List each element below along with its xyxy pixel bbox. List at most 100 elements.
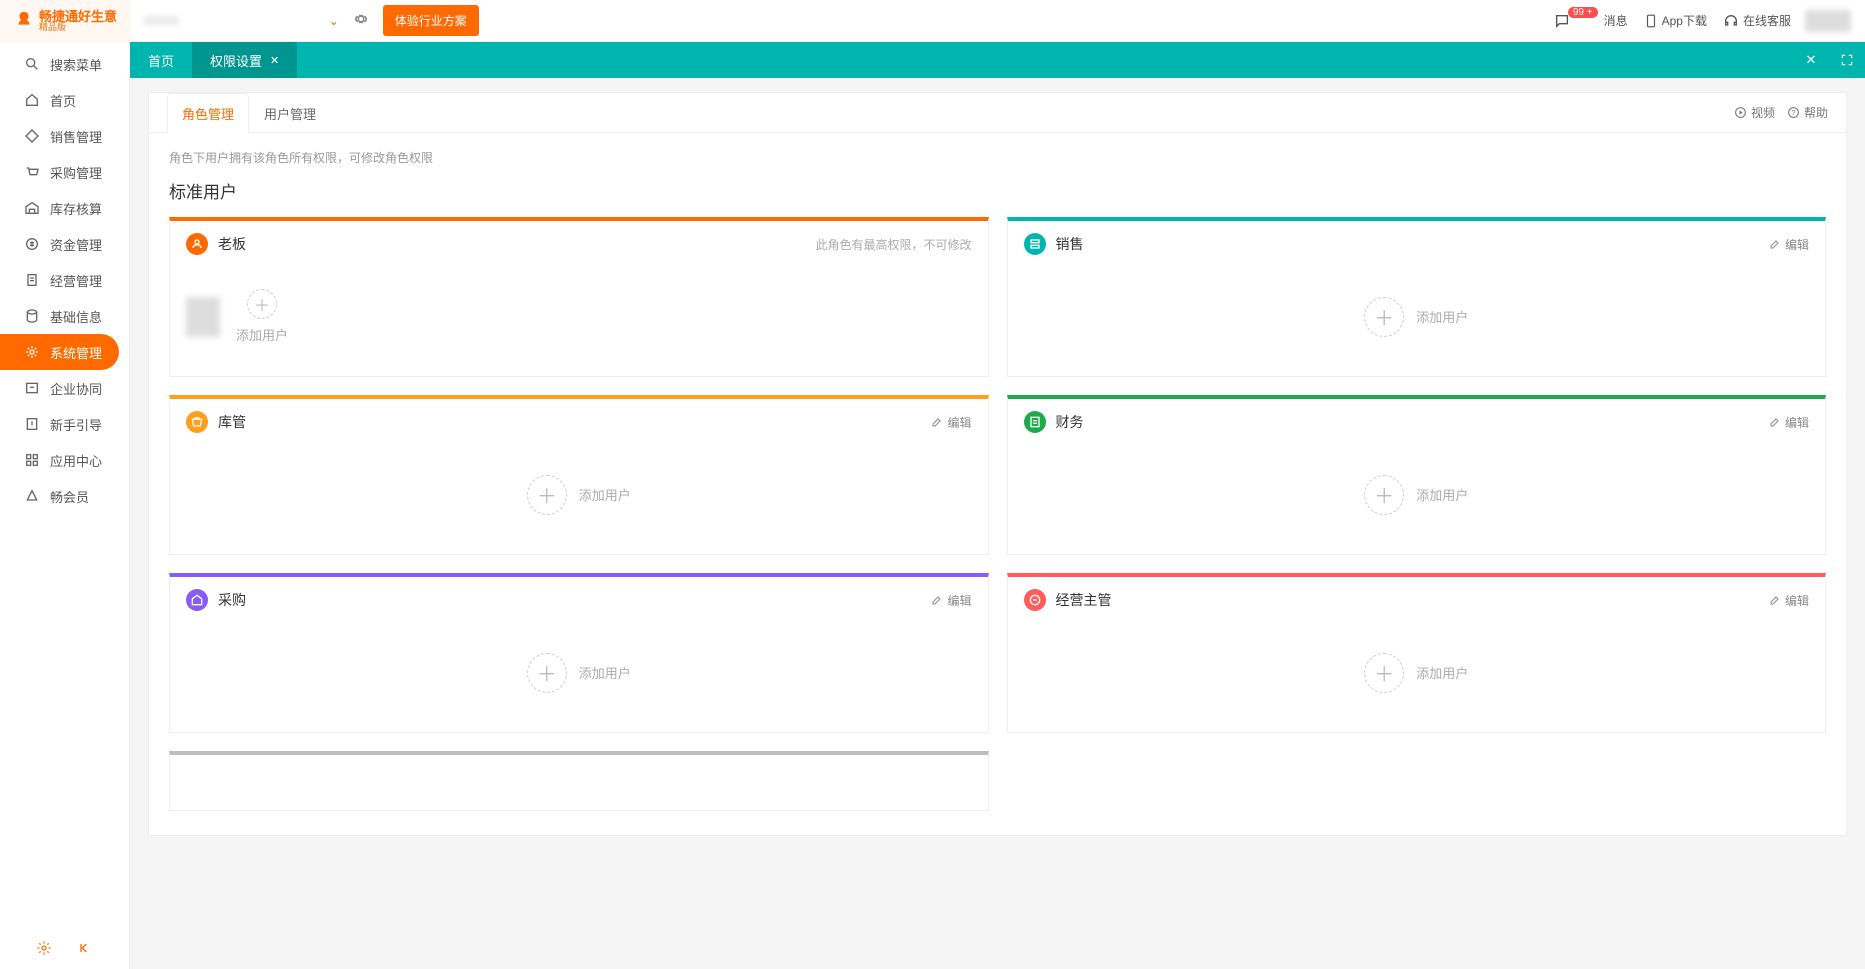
messages-badge: 99 +	[1568, 7, 1598, 18]
hint-text: 角色下用户拥有该角色所有权限，可修改角色权限	[169, 149, 1826, 166]
tab-close-all-icon[interactable]: ✕	[1793, 42, 1829, 78]
headset-icon	[1723, 13, 1739, 29]
sidebar-item-label: 基础信息	[50, 307, 102, 326]
role-name: 老板	[218, 234, 246, 254]
video-link[interactable]: 视频	[1734, 104, 1775, 121]
edit-role-button[interactable]: 编辑	[931, 592, 971, 609]
tab-permission-settings[interactable]: 权限设置 ✕	[192, 42, 297, 78]
settings-icon[interactable]	[353, 11, 369, 30]
edit-role-button[interactable]: 编辑	[1769, 414, 1809, 431]
edit-role-button[interactable]: 编辑	[1769, 592, 1809, 609]
plus-icon: ＋	[527, 653, 567, 693]
edit-icon	[931, 416, 943, 428]
role-name: 销售	[1056, 234, 1084, 254]
sidebar-item-tag[interactable]: 销售管理	[0, 118, 129, 154]
role-card	[169, 751, 989, 811]
guide-icon	[24, 416, 40, 432]
close-icon[interactable]: ✕	[270, 54, 279, 67]
panel-tab-role[interactable]: 角色管理	[167, 93, 249, 133]
sidebar-item-home[interactable]: 首页	[0, 82, 129, 118]
sidebar-item-vip[interactable]: 畅会员	[0, 478, 129, 514]
sidebar: 搜索菜单首页销售管理采购管理库存核算资金管理经营管理基础信息系统管理企业协同新手…	[0, 42, 130, 969]
user-thumb[interactable]	[186, 297, 220, 337]
app-download-button[interactable]: App下载	[1644, 12, 1707, 29]
role-card: 库管编辑＋添加用户	[169, 395, 989, 555]
sidebar-item-apps[interactable]: 应用中心	[0, 442, 129, 478]
sidebar-item-gear[interactable]: 系统管理	[0, 334, 119, 370]
user-avatar[interactable]	[1805, 10, 1851, 32]
sidebar-item-db[interactable]: 基础信息	[0, 298, 129, 334]
sidebar-item-label: 系统管理	[50, 343, 102, 362]
sidebar-footer	[0, 929, 129, 969]
add-user-button[interactable]: ＋添加用户	[527, 653, 631, 693]
edit-role-button[interactable]: 编辑	[931, 414, 971, 431]
sidebar-item-label: 企业协同	[50, 379, 102, 398]
permission-panel: 角色管理 用户管理 视频 ? 帮助	[148, 92, 1847, 836]
sidebar-item-label: 首页	[50, 91, 76, 110]
role-note: 此角色有最高权限，不可修改	[815, 236, 971, 253]
org-icon	[24, 380, 40, 396]
role-card: 财务编辑＋添加用户	[1007, 395, 1827, 555]
fullscreen-icon[interactable]	[1829, 42, 1865, 78]
edit-role-button[interactable]: 编辑	[1769, 236, 1809, 253]
sidebar-item-guide[interactable]: 新手引导	[0, 406, 129, 442]
sidebar-item-label: 库存核算	[50, 199, 102, 218]
experience-button[interactable]: 体验行业方案	[383, 5, 479, 36]
sidebar-item-coin[interactable]: 资金管理	[0, 226, 129, 262]
brand-icon	[13, 10, 35, 32]
add-user-label: 添加用户	[1416, 485, 1468, 504]
phone-icon	[1644, 13, 1658, 29]
sidebar-item-label: 应用中心	[50, 451, 102, 470]
vip-icon	[24, 488, 40, 504]
search-icon	[24, 56, 40, 72]
edit-icon	[1769, 416, 1781, 428]
messages-button[interactable]: 99 + 消息	[1554, 12, 1628, 29]
chevron-down-icon[interactable]: ⌄	[329, 14, 339, 28]
sidebar-item-search[interactable]: 搜索菜单	[0, 46, 129, 82]
plus-icon: ＋	[1364, 297, 1404, 337]
role-icon	[1024, 233, 1046, 255]
sidebar-item-org[interactable]: 企业协同	[0, 370, 129, 406]
brand-title: 畅捷通好生意	[39, 10, 117, 23]
role-name: 经营主管	[1056, 590, 1112, 610]
home-icon	[24, 92, 40, 108]
role-card: 销售 编辑 ＋ 添加用户	[1007, 217, 1827, 377]
cart-icon	[24, 164, 40, 180]
sidebar-item-doc[interactable]: 经营管理	[0, 262, 129, 298]
add-user-button[interactable]: ＋添加用户	[527, 475, 631, 515]
panel-tab-user[interactable]: 用户管理	[249, 93, 331, 133]
support-button[interactable]: 在线客服	[1723, 12, 1791, 29]
sidebar-item-label: 销售管理	[50, 127, 102, 146]
sidebar-item-label: 经营管理	[50, 271, 102, 290]
add-user-button[interactable]: ＋ 添加用户	[1364, 297, 1468, 337]
sidebar-item-label: 采购管理	[50, 163, 102, 182]
role-card: 采购 编辑 ＋添加用户	[169, 573, 989, 733]
topbar: 畅捷通好生意 精品版 XXXX ⌄ 体验行业方案 99 + 消息 App下载 在…	[0, 0, 1865, 42]
svg-text:?: ?	[1792, 110, 1796, 117]
tag-icon	[24, 128, 40, 144]
play-icon	[1734, 106, 1747, 119]
add-user-button[interactable]: ＋添加用户	[236, 289, 288, 344]
role-icon	[186, 233, 208, 255]
role-card: 经营主管 编辑 ＋添加用户	[1007, 573, 1827, 733]
plus-icon: ＋	[527, 475, 567, 515]
sidebar-item-label: 搜索菜单	[50, 55, 102, 74]
brand-logo[interactable]: 畅捷通好生意 精品版	[0, 0, 130, 42]
apps-icon	[24, 452, 40, 468]
role-card: 老板 此角色有最高权限，不可修改 ＋添加用户	[169, 217, 989, 377]
sidebar-collapse-icon[interactable]	[77, 940, 93, 959]
company-selector-label[interactable]: XXXX	[144, 13, 179, 28]
add-user-label: 添加用户	[1416, 307, 1468, 326]
sidebar-settings-icon[interactable]	[36, 940, 52, 959]
role-icon	[186, 411, 208, 433]
section-title: 标准用户	[169, 178, 1826, 203]
sidebar-item-warehouse[interactable]: 库存核算	[0, 190, 129, 226]
help-link[interactable]: ? 帮助	[1787, 104, 1828, 121]
help-icon: ?	[1787, 106, 1800, 119]
role-name: 采购	[218, 590, 246, 610]
sidebar-item-cart[interactable]: 采购管理	[0, 154, 129, 190]
add-user-button[interactable]: ＋添加用户	[1364, 475, 1468, 515]
role-icon	[186, 589, 208, 611]
add-user-button[interactable]: ＋添加用户	[1364, 653, 1468, 693]
tab-home[interactable]: 首页	[130, 42, 192, 78]
